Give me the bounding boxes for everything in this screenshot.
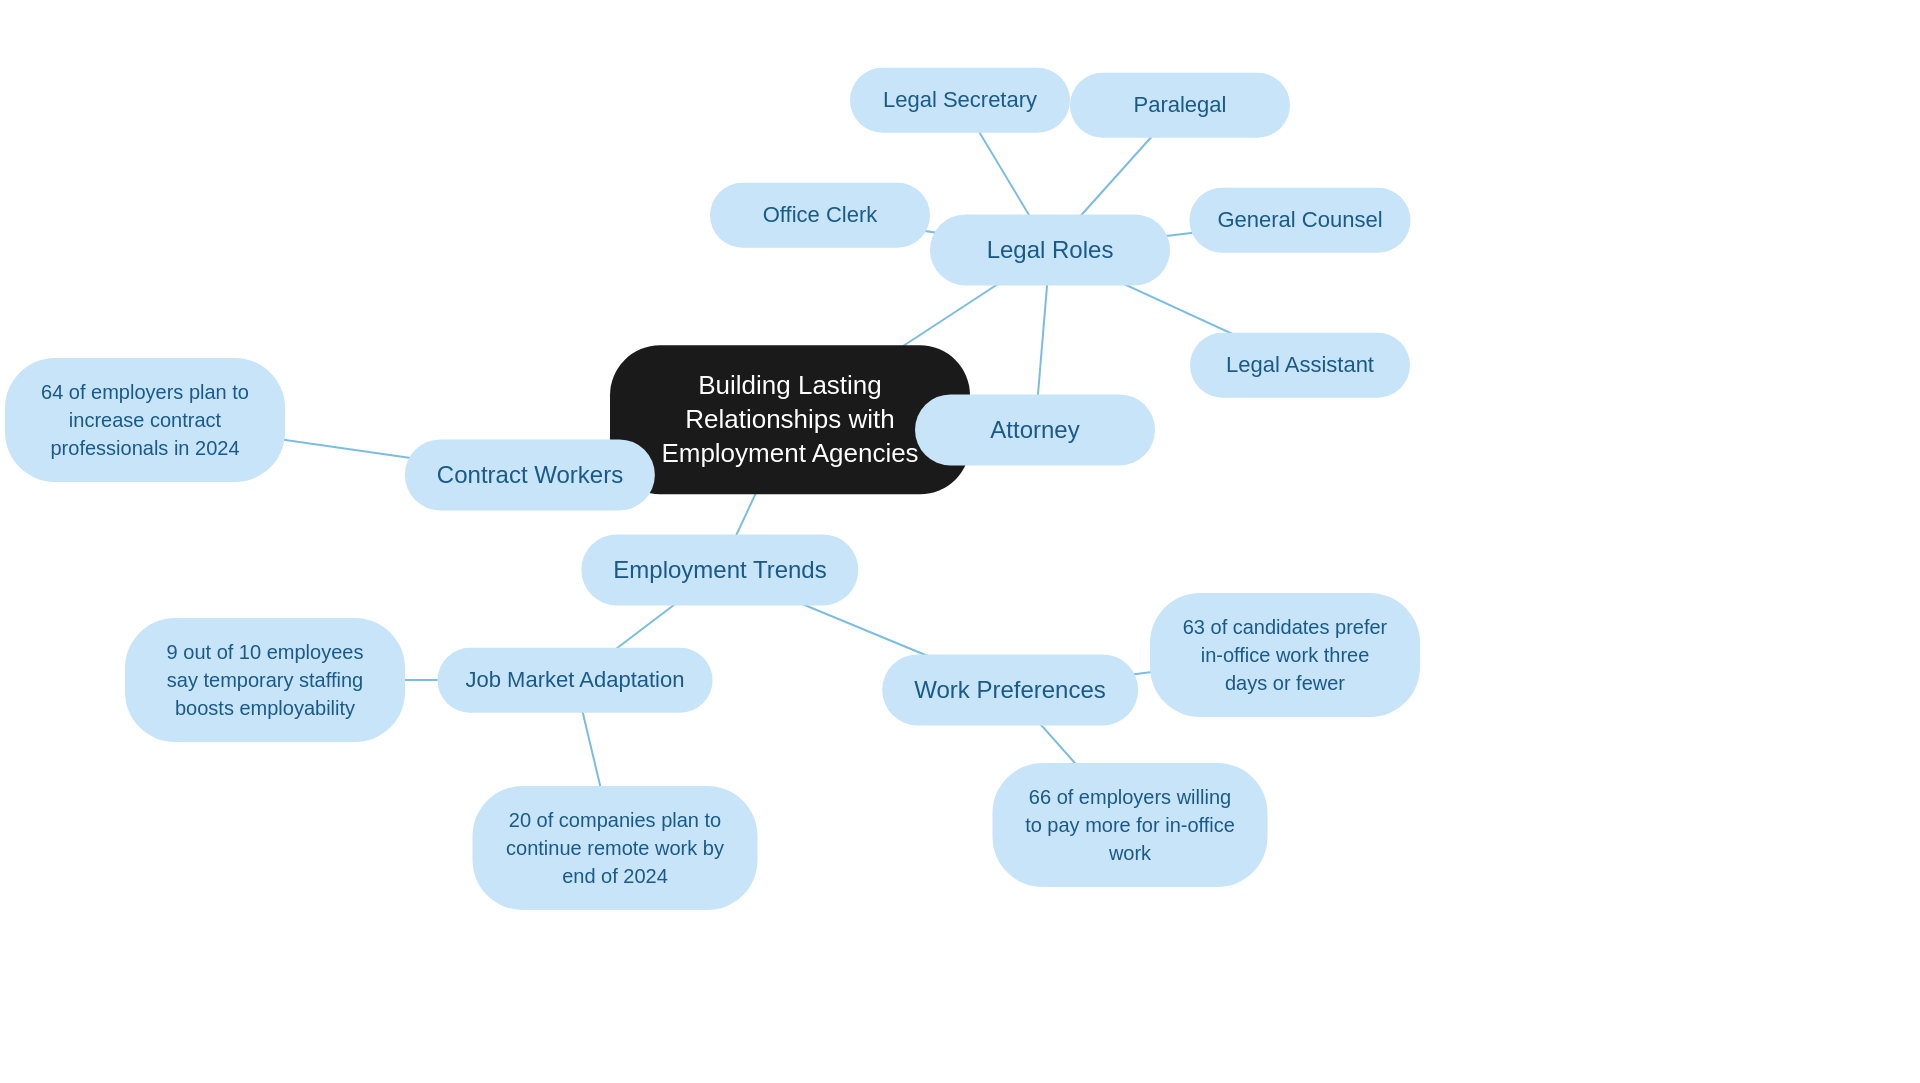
- legal-secretary-node: Legal Secretary: [850, 68, 1070, 133]
- stat9-node: 9 out of 10 employees say temporary staf…: [125, 618, 405, 742]
- paralegal-node: Paralegal: [1070, 73, 1290, 138]
- general-counsel-node: General Counsel: [1189, 188, 1410, 253]
- contract-workers-node: Contract Workers: [405, 439, 655, 510]
- work-preferences-node: Work Preferences: [882, 654, 1138, 725]
- office-clerk-node: Office Clerk: [710, 183, 930, 248]
- stat66-node: 66 of employers willing to pay more for …: [993, 763, 1268, 887]
- stat63-node: 63 of candidates prefer in-office work t…: [1150, 593, 1420, 717]
- stat64-node: 64 of employers plan to increase contrac…: [5, 358, 285, 482]
- job-market-node: Job Market Adaptation: [438, 648, 713, 713]
- stat20-node: 20 of companies plan to continue remote …: [473, 786, 758, 910]
- legal-assistant-node: Legal Assistant: [1190, 333, 1410, 398]
- attorney-node: Attorney: [915, 394, 1155, 465]
- employment-trends-node: Employment Trends: [581, 534, 858, 605]
- legal-roles-node: Legal Roles: [930, 214, 1170, 285]
